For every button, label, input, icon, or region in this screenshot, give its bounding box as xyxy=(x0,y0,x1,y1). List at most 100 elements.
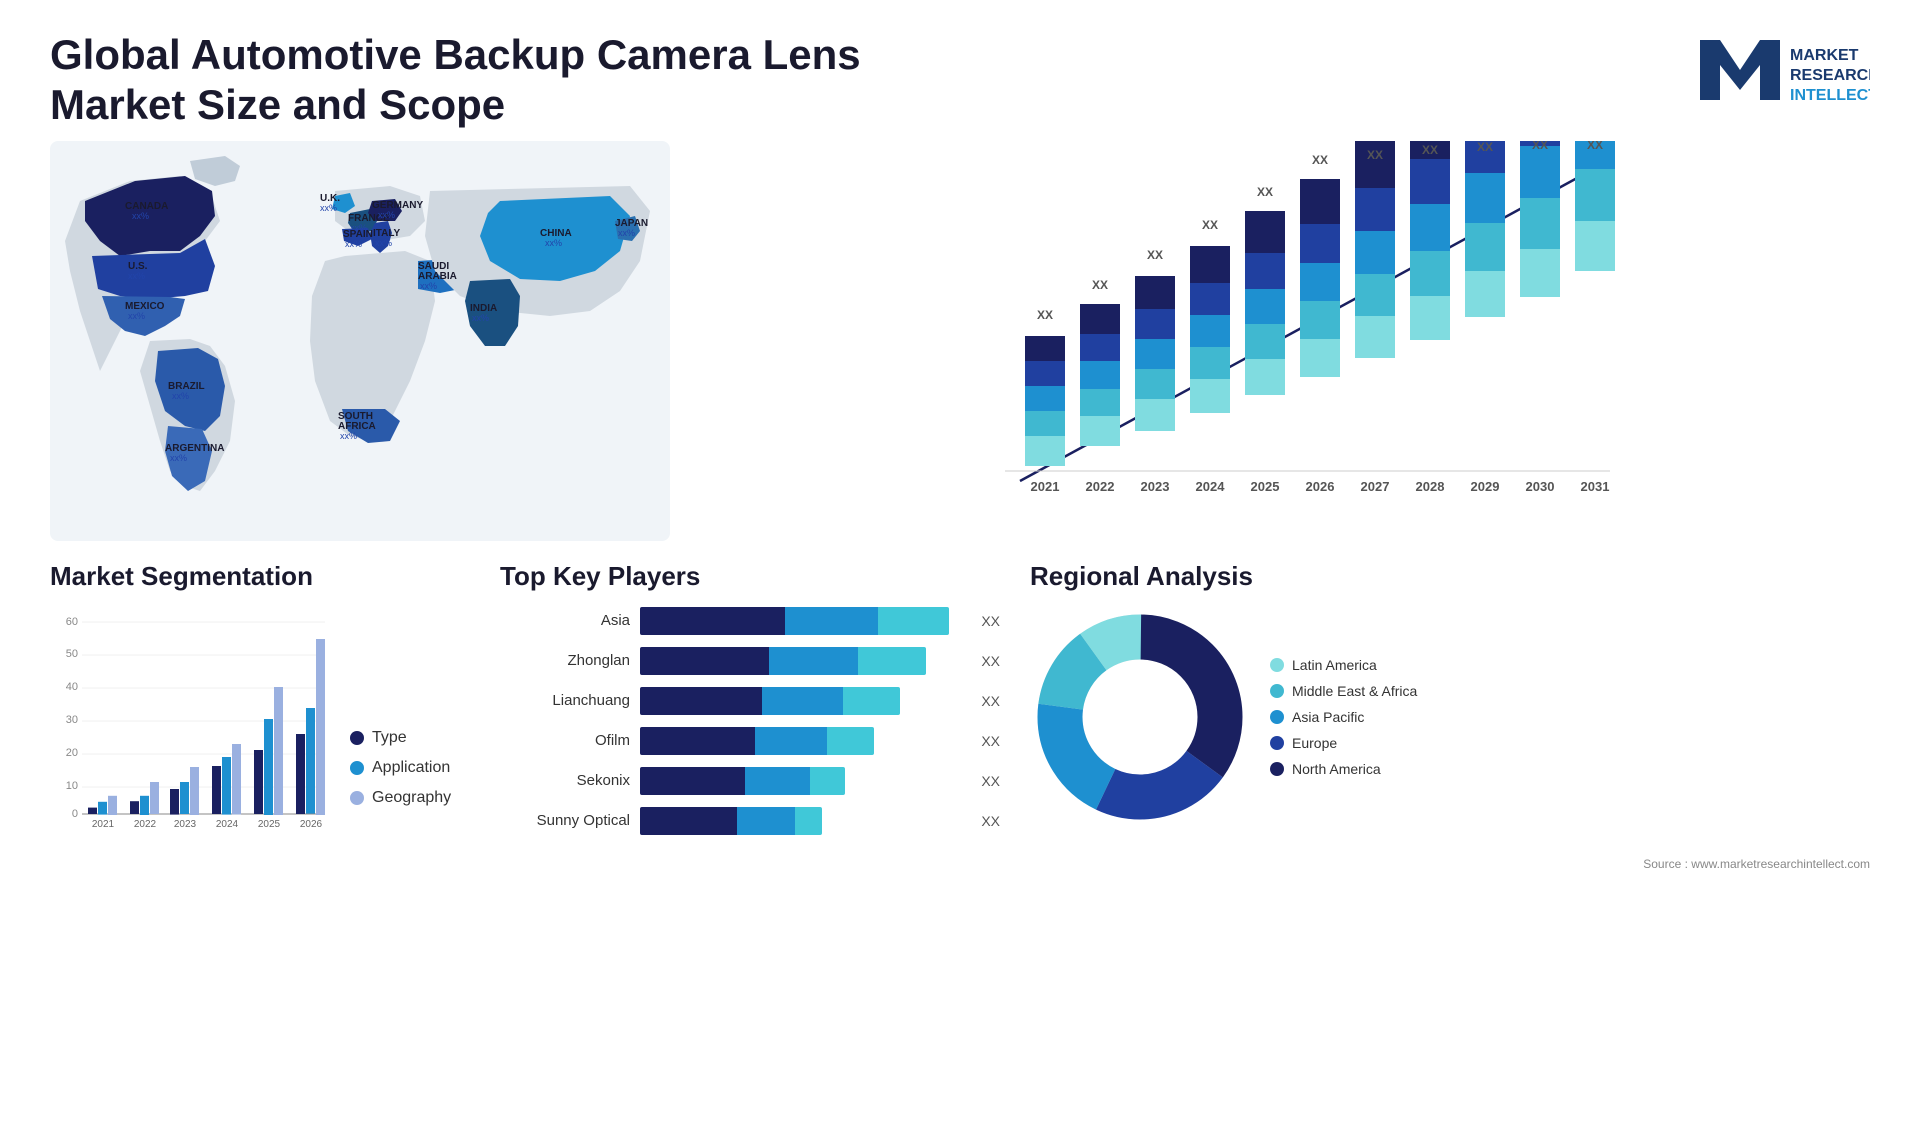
svg-text:XX: XX xyxy=(1202,218,1218,232)
player-row-zhonglan: Zhonglan XX xyxy=(500,647,1000,675)
svg-text:2025: 2025 xyxy=(258,819,281,830)
player-bar-asia xyxy=(640,607,949,635)
svg-text:xx%: xx% xyxy=(378,210,395,220)
world-map-section: CANADA xx% U.S. xx% MEXICO xx% BRAZIL xx… xyxy=(50,141,670,541)
player-bar-zhonglan xyxy=(640,647,926,675)
logo-area: MARKET RESEARCH INTELLECT xyxy=(1690,30,1870,115)
header: Global Automotive Backup Camera Lens Mar… xyxy=(0,0,1920,141)
seg-chart-area: 60 50 40 30 20 10 0 xyxy=(50,607,470,837)
north-america-dot xyxy=(1270,762,1284,776)
svg-text:INTELLECT: INTELLECT xyxy=(1790,87,1870,104)
legend-item-type: Type xyxy=(350,729,451,747)
player-row-asia: Asia XX xyxy=(500,607,1000,635)
player-row-sekonix: Sekonix XX xyxy=(500,767,1000,795)
svg-text:2022: 2022 xyxy=(134,819,157,830)
player-bar-container-ofilm xyxy=(640,727,965,755)
player-xx-ofilm: XX xyxy=(981,733,1000,749)
regional-legend: Latin America Middle East & Africa Asia … xyxy=(1270,657,1417,777)
svg-text:xx%: xx% xyxy=(375,238,392,248)
player-bar-container-sunny xyxy=(640,807,965,835)
application-dot xyxy=(350,761,364,775)
svg-text:xx%: xx% xyxy=(128,311,145,321)
logo-icon: MARKET RESEARCH INTELLECT xyxy=(1690,30,1870,115)
svg-text:XX: XX xyxy=(1312,153,1328,167)
regional-legend-europe: Europe xyxy=(1270,735,1417,751)
svg-text:2024: 2024 xyxy=(1196,479,1226,494)
svg-text:XX: XX xyxy=(1367,148,1383,162)
svg-text:2029: 2029 xyxy=(1471,479,1500,494)
player-xx-sunny: XX xyxy=(981,813,1000,829)
svg-text:2028: 2028 xyxy=(1416,479,1445,494)
regional-title: Regional Analysis xyxy=(1030,561,1870,592)
donut-chart-container xyxy=(1030,607,1250,827)
svg-text:2031: 2031 xyxy=(1581,479,1610,494)
svg-text:20: 20 xyxy=(66,747,78,759)
player-xx-lianchuang: XX xyxy=(981,693,1000,709)
svg-text:2022: 2022 xyxy=(1086,479,1115,494)
svg-text:50: 50 xyxy=(66,648,78,660)
svg-text:60: 60 xyxy=(66,616,78,628)
player-row-sunny: Sunny Optical XX xyxy=(500,807,1000,835)
svg-text:XX: XX xyxy=(1147,248,1163,262)
svg-text:2023: 2023 xyxy=(174,819,197,830)
svg-text:xx%: xx% xyxy=(345,239,362,249)
svg-text:30: 30 xyxy=(66,714,78,726)
svg-text:2026: 2026 xyxy=(300,819,323,830)
type-label: Type xyxy=(372,729,407,747)
page-title: Global Automotive Backup Camera Lens Mar… xyxy=(50,30,950,131)
svg-text:10: 10 xyxy=(66,780,78,792)
apac-label: Asia Pacific xyxy=(1292,709,1364,725)
player-xx-zhonglan: XX xyxy=(981,653,1000,669)
player-xx-asia: XX xyxy=(981,613,1000,629)
geography-dot xyxy=(350,791,364,805)
svg-text:40: 40 xyxy=(66,681,78,693)
svg-text:0: 0 xyxy=(72,808,78,820)
svg-text:xx%: xx% xyxy=(340,431,357,441)
svg-text:2023: 2023 xyxy=(1141,479,1170,494)
svg-text:RESEARCH: RESEARCH xyxy=(1790,67,1870,84)
application-label: Application xyxy=(372,759,450,777)
player-bar-container-lianchuang xyxy=(640,687,965,715)
player-name-lianchuang: Lianchuang xyxy=(500,692,630,709)
regional-legend-apac: Asia Pacific xyxy=(1270,709,1417,725)
world-map-svg: CANADA xx% U.S. xx% MEXICO xx% BRAZIL xx… xyxy=(50,141,670,541)
player-xx-sekonix: XX xyxy=(981,773,1000,789)
apac-dot xyxy=(1270,710,1284,724)
svg-text:XX: XX xyxy=(1587,141,1603,152)
source-text: Source : www.marketresearchintellect.com xyxy=(0,857,1920,881)
svg-text:xx%: xx% xyxy=(132,211,149,221)
svg-text:xx%: xx% xyxy=(545,238,562,248)
regional-legend-mea: Middle East & Africa xyxy=(1270,683,1417,699)
seg-legend: Type Application Geography xyxy=(350,729,451,837)
svg-text:2024: 2024 xyxy=(216,819,239,830)
donut-chart-svg xyxy=(1030,607,1250,827)
svg-text:xx%: xx% xyxy=(618,228,635,238)
player-name-sunny: Sunny Optical xyxy=(500,812,630,829)
svg-text:2027: 2027 xyxy=(1361,479,1390,494)
player-name-asia: Asia xyxy=(500,612,630,629)
north-america-label: North America xyxy=(1292,761,1381,777)
latin-label: Latin America xyxy=(1292,657,1377,673)
player-name-ofilm: Ofilm xyxy=(500,732,630,749)
player-name-zhonglan: Zhonglan xyxy=(500,652,630,669)
bar-chart-svg: XX XX XX XX xyxy=(690,141,1870,541)
svg-text:XX: XX xyxy=(1422,143,1438,157)
player-bar-container-sekonix xyxy=(640,767,965,795)
svg-text:2025: 2025 xyxy=(1251,479,1280,494)
mea-dot xyxy=(1270,684,1284,698)
players-section: Top Key Players Asia XX Zhonglan xyxy=(500,561,1000,847)
regional-section: Regional Analysis xyxy=(1030,561,1870,847)
europe-dot xyxy=(1270,736,1284,750)
player-bar-container-zhonglan xyxy=(640,647,965,675)
svg-text:XX: XX xyxy=(1477,141,1493,154)
player-bar-ofilm xyxy=(640,727,874,755)
svg-text:MARKET: MARKET xyxy=(1790,47,1859,64)
svg-text:XX: XX xyxy=(1257,185,1273,199)
svg-text:2021: 2021 xyxy=(92,819,115,830)
mea-label: Middle East & Africa xyxy=(1292,683,1417,699)
europe-label: Europe xyxy=(1292,735,1337,751)
svg-text:xx%: xx% xyxy=(128,271,145,281)
bar-chart-section: XX XX XX XX xyxy=(690,141,1870,541)
segmentation-section: Market Segmentation 60 50 40 30 20 10 0 xyxy=(50,561,470,847)
legend-item-application: Application xyxy=(350,759,451,777)
